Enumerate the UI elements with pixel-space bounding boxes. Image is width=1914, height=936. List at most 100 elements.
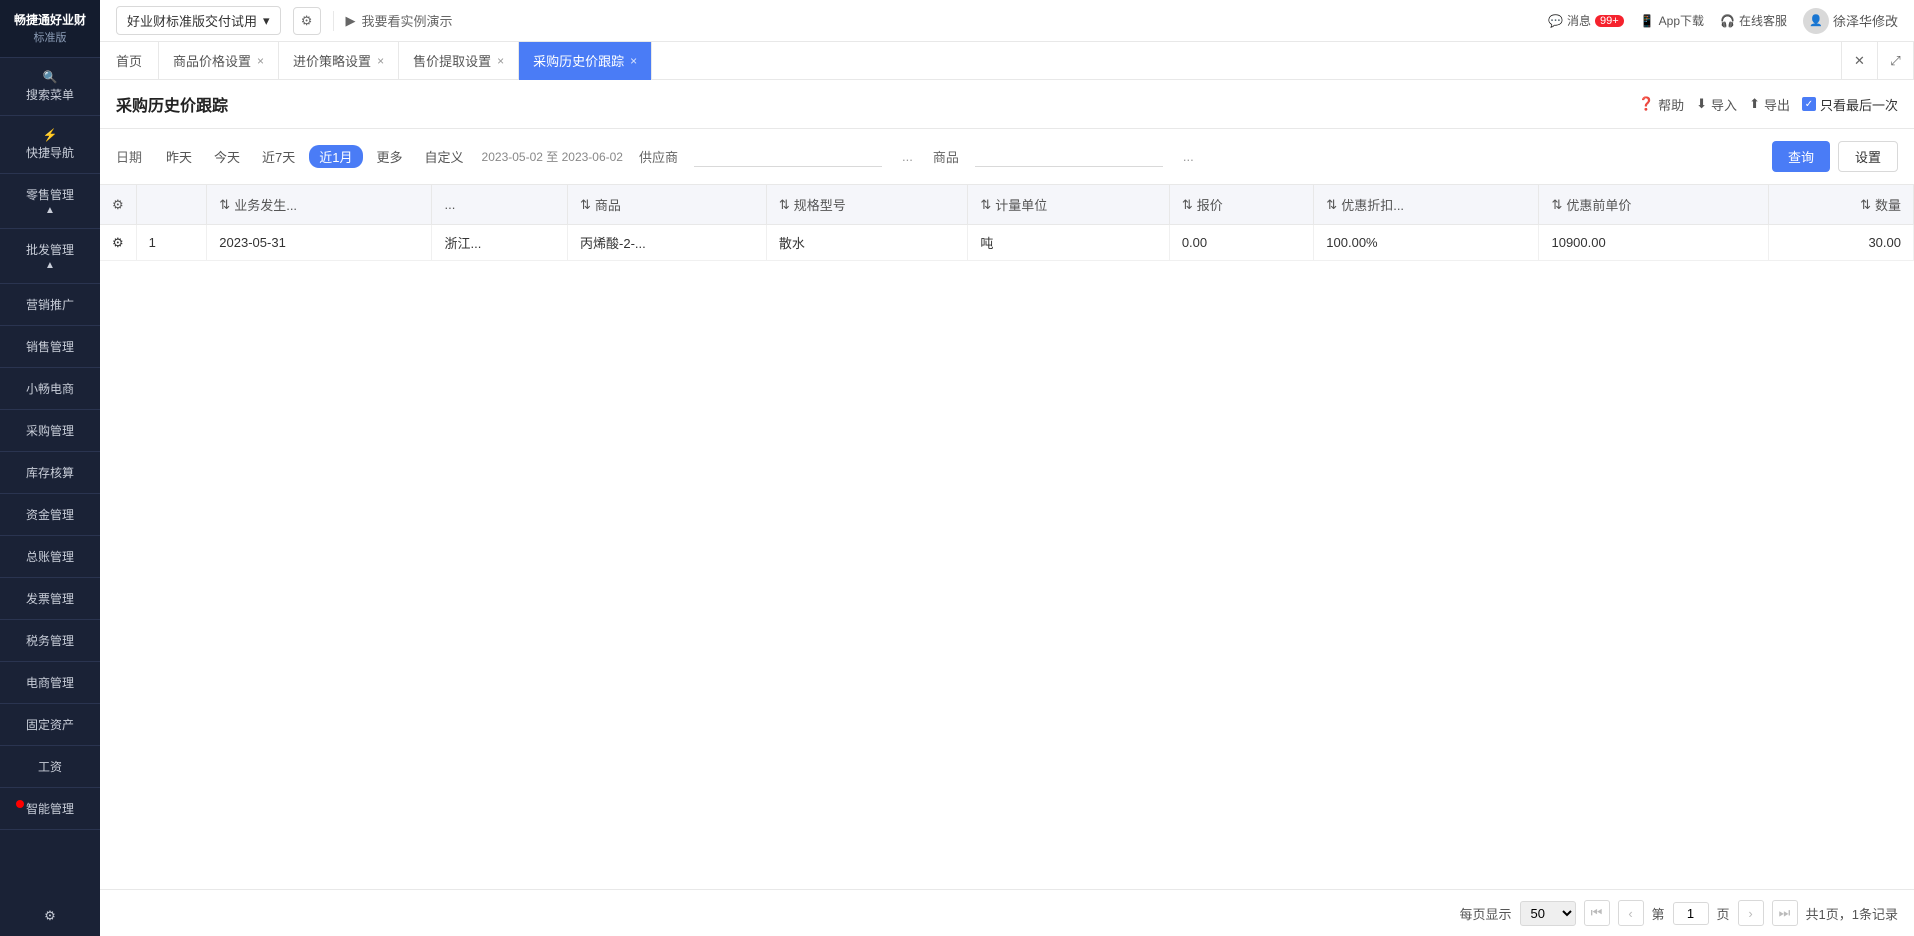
sidebar-item-purchase[interactable]: 采购管理	[0, 410, 100, 452]
user-profile[interactable]: 👤 徐泽华修改	[1803, 8, 1898, 34]
table-body: ⚙ 1 2023-05-31 浙江... 丙烯酸-2-... 散水 吨 0.00…	[100, 225, 1914, 261]
sidebar-item-retail[interactable]: 零售管理 ▲	[0, 174, 100, 229]
tab-label: 商品价格设置	[173, 51, 251, 70]
supplier-input[interactable]	[694, 147, 882, 167]
close-icon[interactable]: ×	[497, 54, 504, 68]
date-range-display: 2023-05-02 至 2023-06-02	[482, 148, 623, 165]
close-icon[interactable]: ×	[377, 54, 384, 68]
col-header-index	[136, 185, 207, 225]
supplier-label: 供应商	[639, 147, 678, 166]
chevron-icon: ▲	[45, 260, 55, 271]
col-header-biz-date[interactable]: ⇅ 业务发生...	[207, 185, 432, 225]
sidebar-item-ledger[interactable]: 总账管理	[0, 536, 100, 578]
date-btn-7days[interactable]: 近7天	[254, 145, 303, 168]
online-service-button[interactable]: 🎧 在线客服	[1720, 12, 1787, 29]
col-header-more[interactable]: ...	[432, 185, 568, 225]
sidebar-item-tax[interactable]: 税务管理	[0, 620, 100, 662]
version-selector[interactable]: 好业财标准版交付试用 ▾	[116, 6, 281, 35]
table-header-row: ⚙ ⇅ 业务发生... ...	[100, 185, 1914, 225]
date-btn-custom[interactable]: 自定义	[417, 145, 472, 168]
row-quantity-cell: 30.00	[1769, 225, 1914, 261]
sidebar-item-wholesale[interactable]: 批发管理 ▲	[0, 229, 100, 284]
col-header-spec[interactable]: ⇅ 规格型号	[766, 185, 967, 225]
import-label: 导入	[1711, 95, 1737, 114]
row-gear-cell[interactable]: ⚙	[100, 225, 136, 261]
maximize-tab-button[interactable]: ⤢	[1878, 42, 1914, 80]
date-btn-yesterday[interactable]: 昨天	[158, 145, 200, 168]
per-page-label: 每页显示	[1459, 904, 1511, 923]
data-table: ⚙ ⇅ 业务发生... ...	[100, 185, 1914, 261]
settings-button[interactable]: 设置	[1838, 141, 1898, 172]
sidebar-item-quicknav[interactable]: ⚡ 快捷导航	[0, 116, 100, 174]
col-header-discount[interactable]: ⇅ 优惠折扣...	[1314, 185, 1539, 225]
first-page-button[interactable]: ⏮	[1584, 900, 1610, 926]
tab-purchase-strategy[interactable]: 进价策略设置 ×	[279, 42, 399, 80]
col-label: 商品	[595, 195, 621, 214]
sidebar-item-ecommerce-small[interactable]: 小畅电商	[0, 368, 100, 410]
chevron-icon: ▲	[45, 205, 55, 216]
sidebar-gear-button[interactable]: ⚙	[0, 896, 100, 936]
tab-label: 采购历史价跟踪	[533, 51, 624, 70]
date-btn-today[interactable]: 今天	[206, 145, 248, 168]
tab-home[interactable]: 首页	[100, 42, 159, 80]
row-biz-date-cell: 2023-05-31	[207, 225, 432, 261]
prev-page-button[interactable]: ‹	[1618, 900, 1644, 926]
col-header-gear[interactable]: ⚙	[100, 185, 136, 225]
export-button[interactable]: ⬆ 导出	[1749, 95, 1790, 114]
page-label: 第	[1652, 904, 1665, 923]
only-last-checkbox[interactable]: ✓ 只看最后一次	[1802, 95, 1898, 114]
date-btn-more[interactable]: 更多	[369, 145, 411, 168]
query-button[interactable]: 查询	[1772, 141, 1830, 172]
col-label: 数量	[1875, 195, 1901, 214]
gear-icon: ⚙	[112, 235, 124, 250]
row-product-cell: 丙烯酸-2-...	[568, 225, 767, 261]
sidebar-item-label: 资金管理	[26, 506, 74, 523]
sidebar-item-smart[interactable]: 智能管理	[0, 788, 100, 830]
online-service-label: 在线客服	[1739, 12, 1787, 29]
messages-button[interactable]: 💬 消息 99+	[1548, 12, 1624, 29]
sidebar-item-finance[interactable]: 资金管理	[0, 494, 100, 536]
sidebar-item-label: 小畅电商	[26, 380, 74, 397]
import-button[interactable]: ⬇ 导入	[1696, 95, 1737, 114]
sidebar-item-invoice[interactable]: 发票管理	[0, 578, 100, 620]
version-label: 好业财标准版交付试用	[127, 11, 257, 30]
per-page-select[interactable]: 50 100 200	[1520, 901, 1576, 926]
col-header-product[interactable]: ⇅ 商品	[568, 185, 767, 225]
sidebar-item-search[interactable]: 🔍 搜索菜单	[0, 58, 100, 116]
tab-product-price[interactable]: 商品价格设置 ×	[159, 42, 279, 80]
sidebar-item-payroll[interactable]: 工资	[0, 746, 100, 788]
col-header-price[interactable]: ⇅ 报价	[1169, 185, 1313, 225]
sidebar-item-sales[interactable]: 销售管理	[0, 326, 100, 368]
supplier-more-button[interactable]: ...	[898, 149, 917, 164]
close-icon[interactable]: ×	[257, 54, 264, 68]
filter-actions: 查询 设置	[1772, 141, 1898, 172]
sidebar-item-label: 发票管理	[26, 590, 74, 607]
message-icon: 💬	[1548, 14, 1563, 28]
product-input[interactable]	[975, 147, 1163, 167]
messages-badge: 99+	[1595, 15, 1624, 27]
app-download-button[interactable]: 📱 App下载	[1640, 12, 1704, 29]
tab-purchase-history[interactable]: 采购历史价跟踪 ×	[519, 42, 652, 80]
tab-price-extract[interactable]: 售价提取设置 ×	[399, 42, 519, 80]
date-btn-1month[interactable]: 近1月	[309, 145, 362, 168]
topbar-settings-button[interactable]: ⚙	[293, 7, 321, 35]
close-tab-button[interactable]: ✕	[1842, 42, 1878, 80]
sidebar-item-fixed-assets[interactable]: 固定资产	[0, 704, 100, 746]
sidebar-item-marketing[interactable]: 营销推广	[0, 284, 100, 326]
product-more-button[interactable]: ...	[1179, 149, 1198, 164]
help-button[interactable]: ❓ 帮助	[1638, 95, 1684, 114]
col-header-pre-discount-price[interactable]: ⇅ 优惠前单价	[1539, 185, 1769, 225]
sidebar-item-ecommerce[interactable]: 电商管理	[0, 662, 100, 704]
sidebar-item-label: 快捷导航	[26, 144, 74, 161]
demo-link[interactable]: ▶ 我要看实例演示	[346, 11, 453, 30]
col-header-quantity[interactable]: ⇅ 数量	[1769, 185, 1914, 225]
col-header-unit[interactable]: ⇅ 计量单位	[968, 185, 1169, 225]
tabbar: 首页 商品价格设置 × 进价策略设置 × 售价提取设置 × 采购历史价跟踪 × …	[100, 42, 1914, 80]
page-input[interactable]	[1673, 902, 1709, 925]
export-icon: ⬆	[1749, 96, 1760, 112]
last-page-button[interactable]: ⏭	[1772, 900, 1798, 926]
topbar: 好业财标准版交付试用 ▾ ⚙ ▶ 我要看实例演示 💬 消息 99+ 📱 App下…	[100, 0, 1914, 42]
next-page-button[interactable]: ›	[1738, 900, 1764, 926]
close-icon[interactable]: ×	[630, 54, 637, 68]
sidebar-item-inventory[interactable]: 库存核算	[0, 452, 100, 494]
